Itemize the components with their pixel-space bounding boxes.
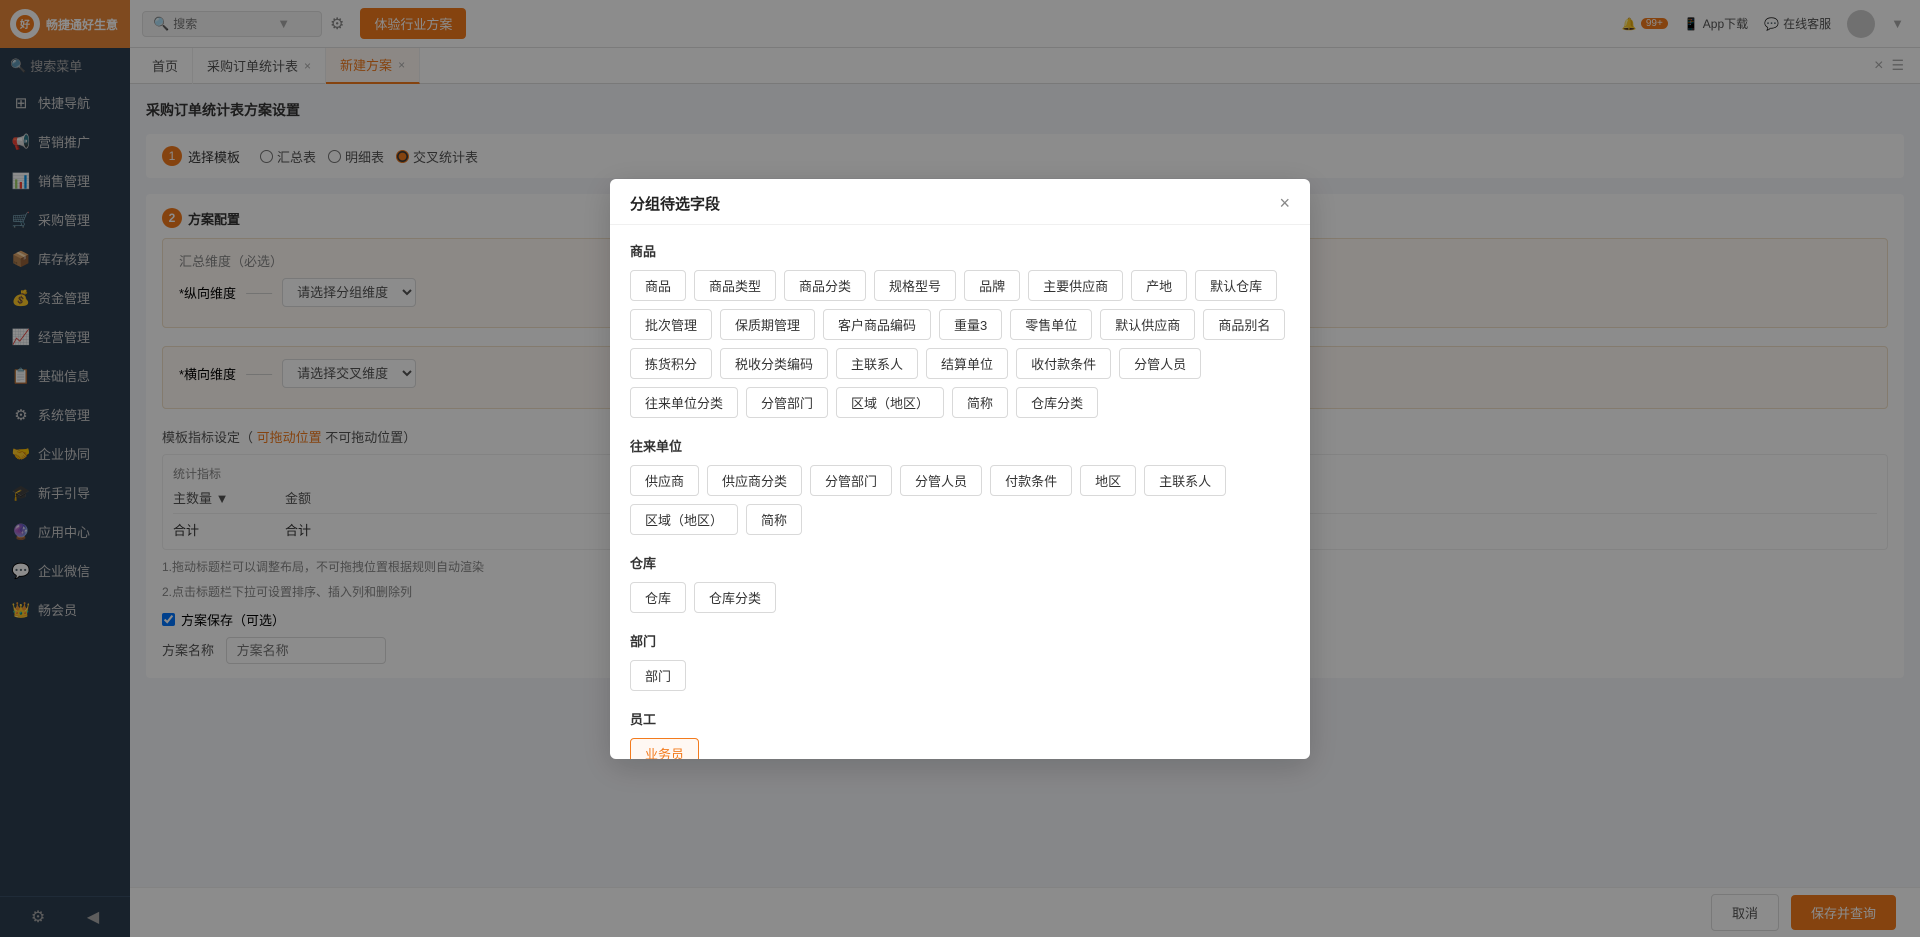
tag-item[interactable]: 商品类型 bbox=[694, 270, 776, 301]
tag-item[interactable]: 零售单位 bbox=[1010, 309, 1092, 340]
dialog: 分组待选字段 × 商品商品商品类型商品分类规格型号品牌主要供应商产地默认仓库批次… bbox=[610, 179, 1310, 759]
tag-item[interactable]: 商品 bbox=[630, 270, 686, 301]
tag-item[interactable]: 仓库分类 bbox=[1016, 387, 1098, 418]
cat-section-warehouse: 仓库仓库仓库分类 bbox=[630, 553, 1290, 613]
tag-item[interactable]: 仓库 bbox=[630, 582, 686, 613]
dialog-body: 商品商品商品类型商品分类规格型号品牌主要供应商产地默认仓库批次管理保质期管理客户… bbox=[610, 225, 1310, 759]
tag-item[interactable]: 分管部门 bbox=[810, 465, 892, 496]
cat-title-warehouse: 仓库 bbox=[630, 553, 1290, 572]
cat-title-employee: 员工 bbox=[630, 709, 1290, 728]
tag-item[interactable]: 地区 bbox=[1080, 465, 1136, 496]
tag-item[interactable]: 结算单位 bbox=[926, 348, 1008, 379]
tag-item[interactable]: 批次管理 bbox=[630, 309, 712, 340]
cat-title-goods: 商品 bbox=[630, 241, 1290, 260]
cat-section-goods: 商品商品商品类型商品分类规格型号品牌主要供应商产地默认仓库批次管理保质期管理客户… bbox=[630, 241, 1290, 418]
dialog-title: 分组待选字段 bbox=[630, 193, 720, 214]
cat-section-employee: 员工业务员 bbox=[630, 709, 1290, 759]
tag-item[interactable]: 分管部门 bbox=[746, 387, 828, 418]
dialog-header: 分组待选字段 × bbox=[610, 179, 1310, 225]
cat-title-partners: 往来单位 bbox=[630, 436, 1290, 455]
tag-item[interactable]: 规格型号 bbox=[874, 270, 956, 301]
tag-item[interactable]: 客户商品编码 bbox=[823, 309, 931, 340]
tag-item[interactable]: 主联系人 bbox=[836, 348, 918, 379]
dialog-overlay[interactable]: 分组待选字段 × 商品商品商品类型商品分类规格型号品牌主要供应商产地默认仓库批次… bbox=[0, 0, 1920, 937]
tag-item[interactable]: 收付款条件 bbox=[1016, 348, 1111, 379]
tag-grid-partners: 供应商供应商分类分管部门分管人员付款条件地区主联系人区域（地区） 简称 bbox=[630, 465, 1290, 535]
tag-grid-goods: 商品商品类型商品分类规格型号品牌主要供应商产地默认仓库批次管理保质期管理客户商品… bbox=[630, 270, 1290, 418]
tag-item[interactable]: 简称 bbox=[952, 387, 1008, 418]
tag-grid-department: 部门 bbox=[630, 660, 1290, 691]
tag-item[interactable]: 分管人员 bbox=[1119, 348, 1201, 379]
tag-item[interactable]: 商品别名 bbox=[1203, 309, 1285, 340]
cat-section-partners: 往来单位供应商供应商分类分管部门分管人员付款条件地区主联系人区域（地区） 简称 bbox=[630, 436, 1290, 535]
tag-item[interactable]: 区域（地区） bbox=[630, 504, 738, 535]
tag-grid-warehouse: 仓库仓库分类 bbox=[630, 582, 1290, 613]
tag-item[interactable]: 默认供应商 bbox=[1100, 309, 1195, 340]
tag-item[interactable]: 默认仓库 bbox=[1195, 270, 1277, 301]
tag-item[interactable]: 付款条件 bbox=[990, 465, 1072, 496]
tag-item[interactable]: 产地 bbox=[1131, 270, 1187, 301]
tag-item[interactable]: 品牌 bbox=[964, 270, 1020, 301]
tag-item[interactable]: 税收分类编码 bbox=[720, 348, 828, 379]
tag-item[interactable]: 区域（地区） bbox=[836, 387, 944, 418]
tag-item[interactable]: 供应商 bbox=[630, 465, 699, 496]
tag-grid-employee: 业务员 bbox=[630, 738, 1290, 759]
cat-section-department: 部门部门 bbox=[630, 631, 1290, 691]
tag-item[interactable]: 仓库分类 bbox=[694, 582, 776, 613]
tag-item[interactable]: 重量3 bbox=[939, 309, 1002, 340]
tag-item[interactable]: 拣货积分 bbox=[630, 348, 712, 379]
tag-item[interactable]: 部门 bbox=[630, 660, 686, 691]
tag-item[interactable]: 主要供应商 bbox=[1028, 270, 1123, 301]
tag-item[interactable]: 保质期管理 bbox=[720, 309, 815, 340]
tag-item[interactable]: 往来单位分类 bbox=[630, 387, 738, 418]
tag-item[interactable]: 分管人员 bbox=[900, 465, 982, 496]
dialog-close-button[interactable]: × bbox=[1279, 194, 1290, 212]
cat-title-department: 部门 bbox=[630, 631, 1290, 650]
tag-item[interactable]: 简称 bbox=[746, 504, 802, 535]
tag-item[interactable]: 主联系人 bbox=[1144, 465, 1226, 496]
tag-item[interactable]: 供应商分类 bbox=[707, 465, 802, 496]
tag-item[interactable]: 商品分类 bbox=[784, 270, 866, 301]
tag-item[interactable]: 业务员 bbox=[630, 738, 699, 759]
